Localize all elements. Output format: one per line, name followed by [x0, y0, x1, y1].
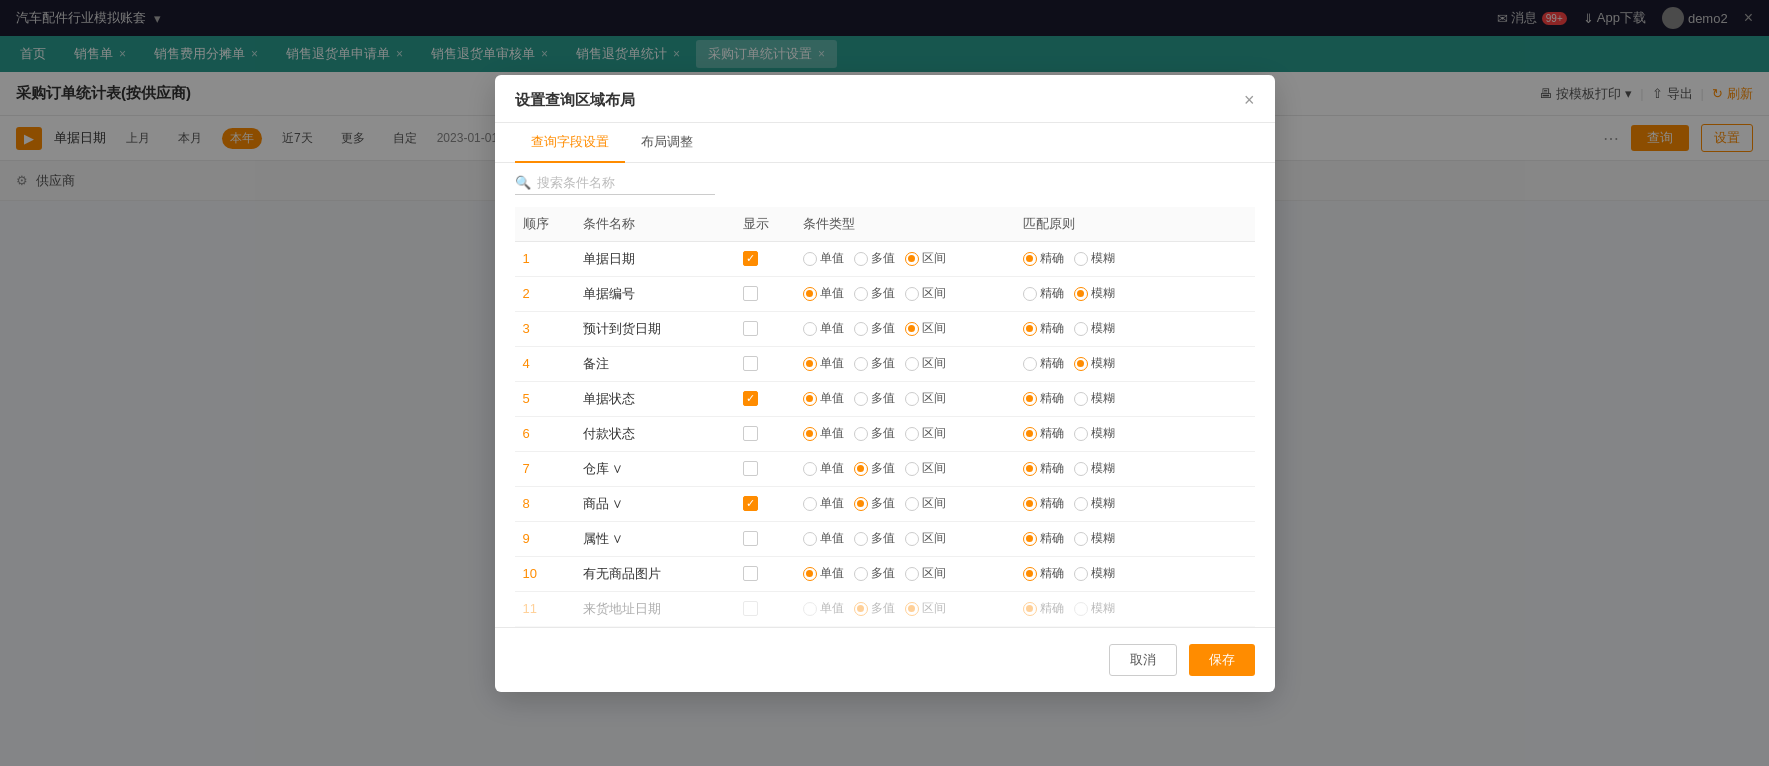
dialog-search-area: 🔍 — [495, 163, 1275, 202]
modal-overlay: 设置查询区域布局 × 查询字段设置 布局调整 🔍 顺序 条件名称 显示 条件类型… — [0, 0, 1769, 201]
dialog-header: 设置查询区域布局 × — [495, 75, 1275, 123]
search-icon: 🔍 — [515, 175, 531, 190]
dialog-tab-query-fields[interactable]: 查询字段设置 — [515, 123, 625, 163]
dialog-tab-layout[interactable]: 布局调整 — [625, 123, 709, 163]
dialog-close-btn[interactable]: × — [1244, 91, 1255, 109]
dialog: 设置查询区域布局 × 查询字段设置 布局调整 🔍 顺序 条件名称 显示 条件类型… — [495, 75, 1275, 202]
dialog-tabs: 查询字段设置 布局调整 — [495, 123, 1275, 163]
dialog-title: 设置查询区域布局 — [515, 91, 635, 110]
search-input[interactable] — [537, 175, 697, 190]
search-box: 🔍 — [515, 175, 715, 195]
